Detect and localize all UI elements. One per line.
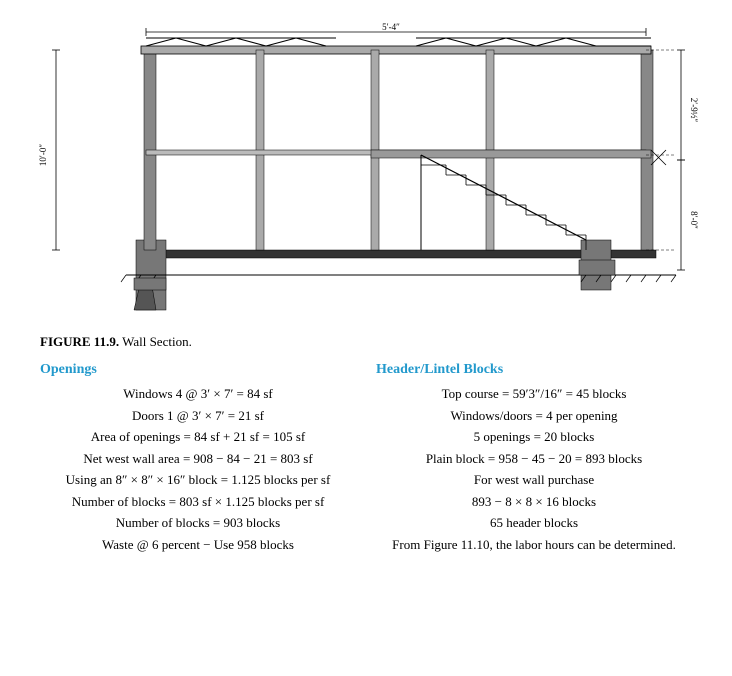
openings-line-1: Doors 1 @ 3′ × 7′ = 21 sf: [132, 406, 264, 426]
drawing-area: 5′-4″ 10′-0″ 2′-9½″ 8′-0″: [20, 10, 712, 330]
header-lintel-line-0: Top course = 59′3″/16″ = 45 blocks: [442, 384, 627, 404]
openings-line-5: Number of blocks = 803 sf × 1.125 blocks…: [72, 492, 325, 512]
header-lintel-line-1: Windows/doors = 4 per opening: [450, 406, 617, 426]
openings-line-6: Number of blocks = 903 blocks: [116, 513, 280, 533]
header-lintel-section: Header/Lintel Blocks Top course = 59′3″/…: [366, 362, 702, 666]
header-lintel-line-4: For west wall purchase: [474, 470, 594, 490]
page: 5′-4″ 10′-0″ 2′-9½″ 8′-0″: [0, 0, 732, 676]
figure-caption: FIGURE 11.9. Wall Section.: [20, 334, 712, 350]
header-lintel-line-6: 65 header blocks: [490, 513, 578, 533]
header-lintel-header: Header/Lintel Blocks: [366, 362, 503, 378]
openings-line-4: Using an 8″ × 8″ × 16″ block = 1.125 blo…: [66, 470, 331, 490]
openings-line-2: Area of openings = 84 sf + 21 sf = 105 s…: [91, 427, 305, 447]
wall-section-drawing: 5′-4″ 10′-0″ 2′-9½″ 8′-0″: [26, 20, 706, 320]
figure-caption-text: Wall Section.: [119, 334, 192, 349]
svg-text:2′-9½″: 2′-9½″: [689, 98, 699, 123]
header-lintel-line-3: Plain block = 958 − 45 − 20 = 893 blocks: [426, 449, 642, 469]
header-lintel-line-7: From Figure 11.10, the labor hours can b…: [392, 535, 676, 555]
svg-text:8′-0″: 8′-0″: [689, 211, 699, 229]
openings-header: Openings: [30, 362, 97, 378]
figure-caption-bold: FIGURE 11.9.: [40, 334, 119, 349]
openings-lines: Windows 4 @ 3′ × 7′ = 84 sfDoors 1 @ 3′ …: [30, 384, 366, 554]
header-lintel-lines: Top course = 59′3″/16″ = 45 blocksWindow…: [366, 384, 702, 554]
svg-text:10′-0″: 10′-0″: [38, 144, 48, 166]
openings-section: Openings Windows 4 @ 3′ × 7′ = 84 sfDoor…: [30, 362, 366, 666]
content-area: Openings Windows 4 @ 3′ × 7′ = 84 sfDoor…: [20, 362, 712, 666]
svg-text:5′-4″: 5′-4″: [382, 22, 400, 32]
header-lintel-line-2: 5 openings = 20 blocks: [474, 427, 595, 447]
openings-line-0: Windows 4 @ 3′ × 7′ = 84 sf: [123, 384, 273, 404]
openings-line-7: Waste @ 6 percent − Use 958 blocks: [102, 535, 294, 555]
openings-line-3: Net west wall area = 908 − 84 − 21 = 803…: [83, 449, 312, 469]
header-lintel-line-5: 893 − 8 × 8 × 16 blocks: [472, 492, 596, 512]
